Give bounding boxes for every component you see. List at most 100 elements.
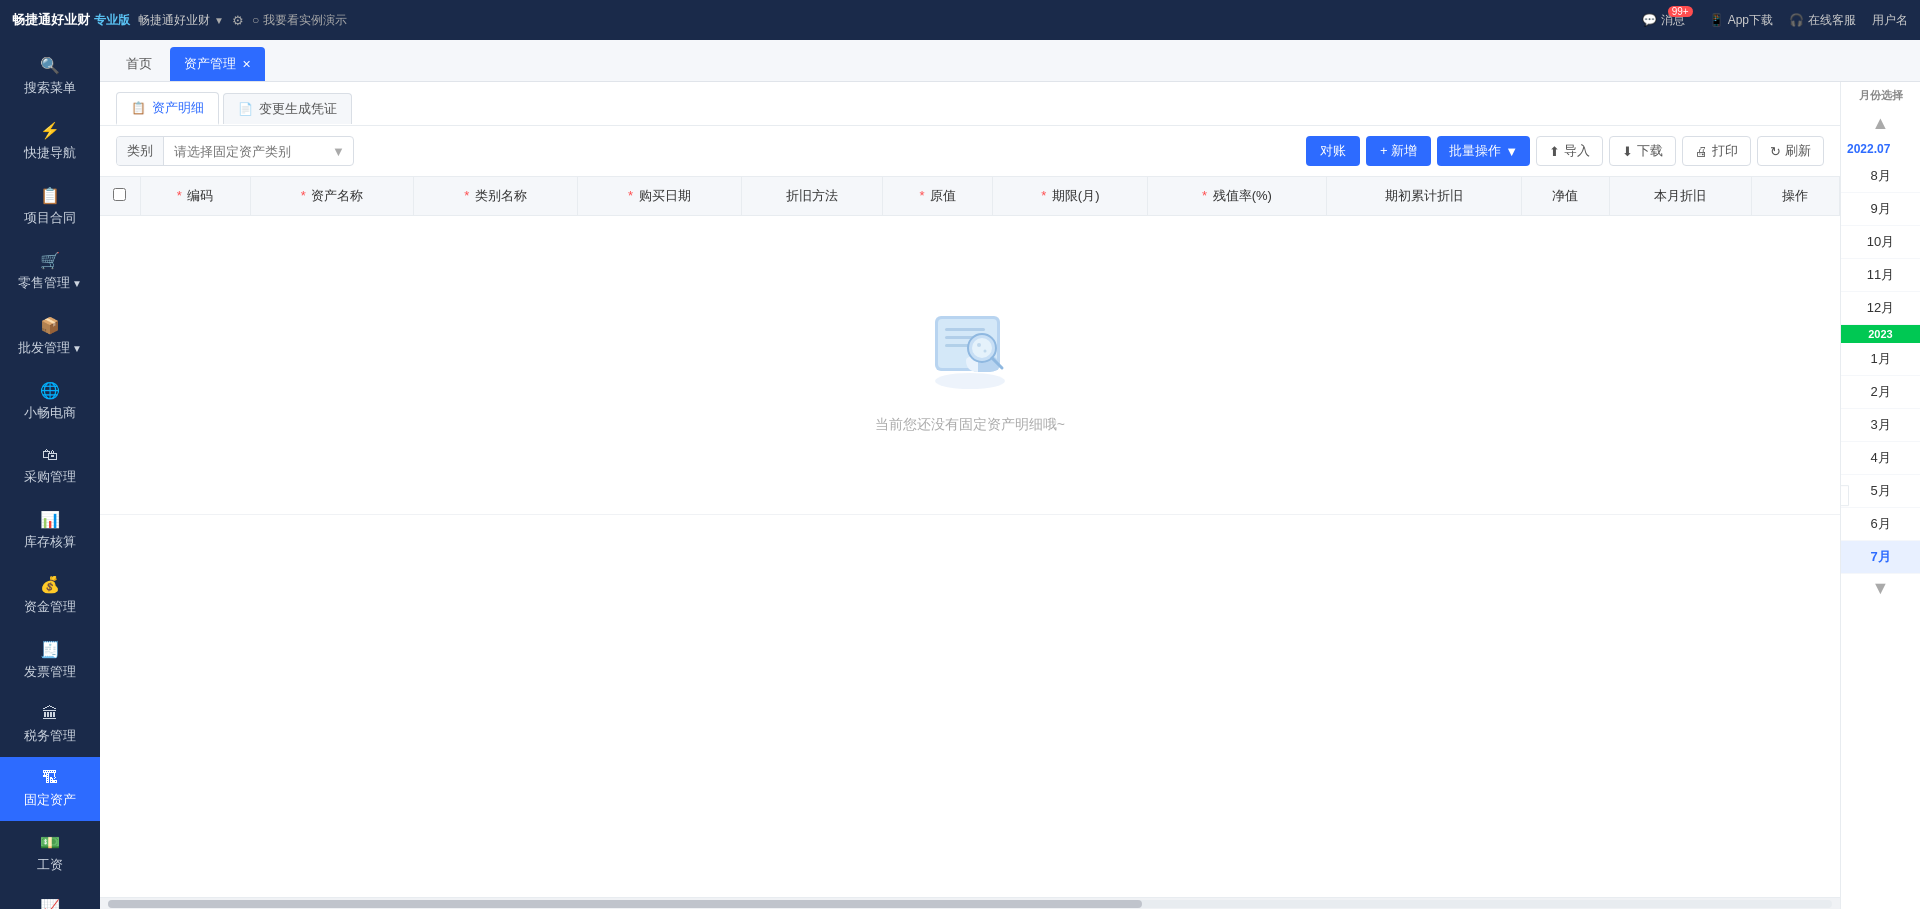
- month-item-8[interactable]: 8月: [1841, 160, 1920, 193]
- month-item-6[interactable]: 6月: [1841, 508, 1920, 541]
- print-button[interactable]: 🖨 打印: [1682, 136, 1751, 166]
- wholesale-icon: 📦: [40, 316, 60, 335]
- company-selector[interactable]: 畅捷通好业财 ▼: [138, 12, 224, 29]
- month-item-9[interactable]: 9月: [1841, 193, 1920, 226]
- month-item-4[interactable]: 4月: [1841, 442, 1920, 475]
- refresh-button[interactable]: ↻ 刷新: [1757, 136, 1824, 166]
- sidebar-item-fixed-assets[interactable]: 🏗 固定资产: [0, 757, 100, 821]
- settings-icon[interactable]: ⚙: [232, 13, 244, 28]
- tab-assets[interactable]: 资产管理 ✕: [170, 47, 265, 81]
- import-button[interactable]: ⬆ 导入: [1536, 136, 1603, 166]
- table-header-code: * 编码: [140, 177, 250, 216]
- sidebar-item-inventory[interactable]: 📊 库存核算: [0, 498, 100, 563]
- app-icon: 📱: [1709, 13, 1724, 27]
- sub-tabs: 📋 资产明细 📄 变更生成凭证: [100, 82, 1840, 126]
- sidebar-item-tax[interactable]: 🏛 税务管理: [0, 693, 100, 757]
- bottom-scrollbar[interactable]: [100, 897, 1840, 909]
- sidebar-item-wholesale[interactable]: 📦 批发管理 ▼: [0, 304, 100, 369]
- table-header-name: * 资产名称: [250, 177, 414, 216]
- required-star: *: [1202, 188, 1207, 203]
- sub-tab-voucher[interactable]: 📄 变更生成凭证: [223, 93, 352, 124]
- app-download-button[interactable]: 📱 App下载: [1709, 12, 1773, 29]
- current-year-month: 2022.07: [1841, 138, 1920, 160]
- month-item-7-current[interactable]: 7月: [1841, 541, 1920, 574]
- month-item-11[interactable]: 11月: [1841, 259, 1920, 292]
- sidebar-item-label: 税务管理: [24, 727, 76, 745]
- sidebar-item-invoice[interactable]: 🧾 发票管理: [0, 628, 100, 693]
- import-label: 导入: [1564, 142, 1590, 160]
- salary-icon: 💵: [40, 833, 60, 852]
- month-panel-up-nav[interactable]: ▲: [1841, 109, 1920, 138]
- col-category-label: 类别名称: [475, 188, 527, 203]
- tab-close-icon[interactable]: ✕: [242, 58, 251, 71]
- tab-bar: 首页 资产管理 ✕: [100, 40, 1920, 82]
- month-item-3[interactable]: 3月: [1841, 409, 1920, 442]
- category-input[interactable]: [164, 139, 324, 164]
- reconcile-button[interactable]: 对账: [1306, 136, 1360, 166]
- operation-icon: 📈: [40, 898, 60, 909]
- sidebar-item-quicknav[interactable]: ⚡ 快捷导航: [0, 109, 100, 174]
- month-item-12[interactable]: 12月: [1841, 292, 1920, 325]
- quicknav-icon: ⚡: [40, 121, 60, 140]
- detail-tab-icon: 📋: [131, 101, 146, 115]
- search-icon: 🔍: [40, 56, 60, 75]
- month-panel-down-nav[interactable]: ▼: [1841, 574, 1920, 603]
- svg-rect-3: [945, 328, 985, 331]
- table-header-operation: 操作: [1751, 177, 1839, 216]
- reconcile-label: 对账: [1320, 142, 1346, 160]
- sidebar-item-label: 采购管理: [24, 468, 76, 486]
- category-select[interactable]: 类别 ▼: [116, 136, 354, 166]
- sidebar-item-operation[interactable]: 📈 经营管理: [0, 886, 100, 909]
- table-header-period: * 期限(月): [993, 177, 1148, 216]
- tab-home[interactable]: 首页: [112, 47, 166, 81]
- sidebar-item-purchase[interactable]: 🛍 采购管理: [0, 434, 100, 498]
- user-info[interactable]: 用户名: [1872, 12, 1908, 29]
- inventory-icon: 📊: [40, 510, 60, 529]
- sidebar-item-retail[interactable]: 🛒 零售管理 ▼: [0, 239, 100, 304]
- col-residual-rate-label: 残值率(%): [1213, 188, 1272, 203]
- sidebar-item-project[interactable]: 📋 项目合同: [0, 174, 100, 239]
- download-button[interactable]: ⬇ 下载: [1609, 136, 1676, 166]
- month-item-5[interactable]: 5月: [1841, 475, 1920, 508]
- headset-icon: 🎧: [1789, 13, 1804, 27]
- top-bar: 畅捷通好业财 专业版 畅捷通好业财 ▼ ⚙ ○ 我要看实例演示 💬 消息 99+…: [0, 0, 1920, 40]
- table-header-depreciation-method: 折旧方法: [741, 177, 883, 216]
- refresh-icon: ↻: [1770, 144, 1781, 159]
- toolbar: 类别 ▼ 对账 + 新增 批量操作: [100, 126, 1840, 177]
- sidebar-item-salary[interactable]: 💵 工资: [0, 821, 100, 886]
- demo-icon: ○: [252, 13, 259, 27]
- company-name: 畅捷通好业财: [138, 12, 210, 29]
- svg-point-10: [983, 350, 986, 353]
- sub-tab-detail[interactable]: 📋 资产明细: [116, 92, 219, 125]
- month-item-2[interactable]: 2月: [1841, 376, 1920, 409]
- message-button[interactable]: 💬 消息 99+: [1642, 12, 1685, 29]
- select-all-checkbox[interactable]: [113, 188, 126, 201]
- sidebar-item-ecommerce[interactable]: 🌐 小畅电商: [0, 369, 100, 434]
- sidebar-item-finance[interactable]: 💰 资金管理: [0, 563, 100, 628]
- col-period-label: 期限(月): [1052, 188, 1100, 203]
- col-name-label: 资产名称: [311, 188, 363, 203]
- purchase-icon: 🛍: [42, 446, 58, 464]
- sidebar-item-label: 快捷导航: [24, 144, 76, 162]
- batch-button[interactable]: 批量操作 ▼: [1437, 136, 1530, 166]
- sidebar-item-search[interactable]: 🔍 搜索菜单: [0, 44, 100, 109]
- download-icon: ⬇: [1622, 144, 1633, 159]
- table-header-accumulated: 期初累计折旧: [1326, 177, 1521, 216]
- table-header-purchase-date: * 购买日期: [577, 177, 741, 216]
- month-item-1[interactable]: 1月: [1841, 343, 1920, 376]
- sidebar-item-label: 库存核算: [24, 533, 76, 551]
- online-service-label: 在线客服: [1808, 12, 1856, 29]
- invoice-icon: 🧾: [40, 640, 60, 659]
- month-item-10[interactable]: 10月: [1841, 226, 1920, 259]
- table-header-category: * 类别名称: [414, 177, 578, 216]
- add-button[interactable]: + 新增: [1366, 136, 1431, 166]
- panel-collapse-button[interactable]: ›: [1840, 485, 1849, 507]
- import-icon: ⬆: [1549, 144, 1560, 159]
- col-monthly-dep-label: 本月折旧: [1654, 188, 1706, 203]
- empty-state: 当前您还没有固定资产明细哦~: [100, 216, 1840, 514]
- demo-link[interactable]: ○ 我要看实例演示: [252, 12, 347, 29]
- assets-table: * 编码 * 资产名称 * 类别名称: [100, 177, 1840, 515]
- table-header-net-value: 净值: [1521, 177, 1609, 216]
- sidebar-item-label: 批发管理: [18, 339, 70, 357]
- online-service-button[interactable]: 🎧 在线客服: [1789, 12, 1856, 29]
